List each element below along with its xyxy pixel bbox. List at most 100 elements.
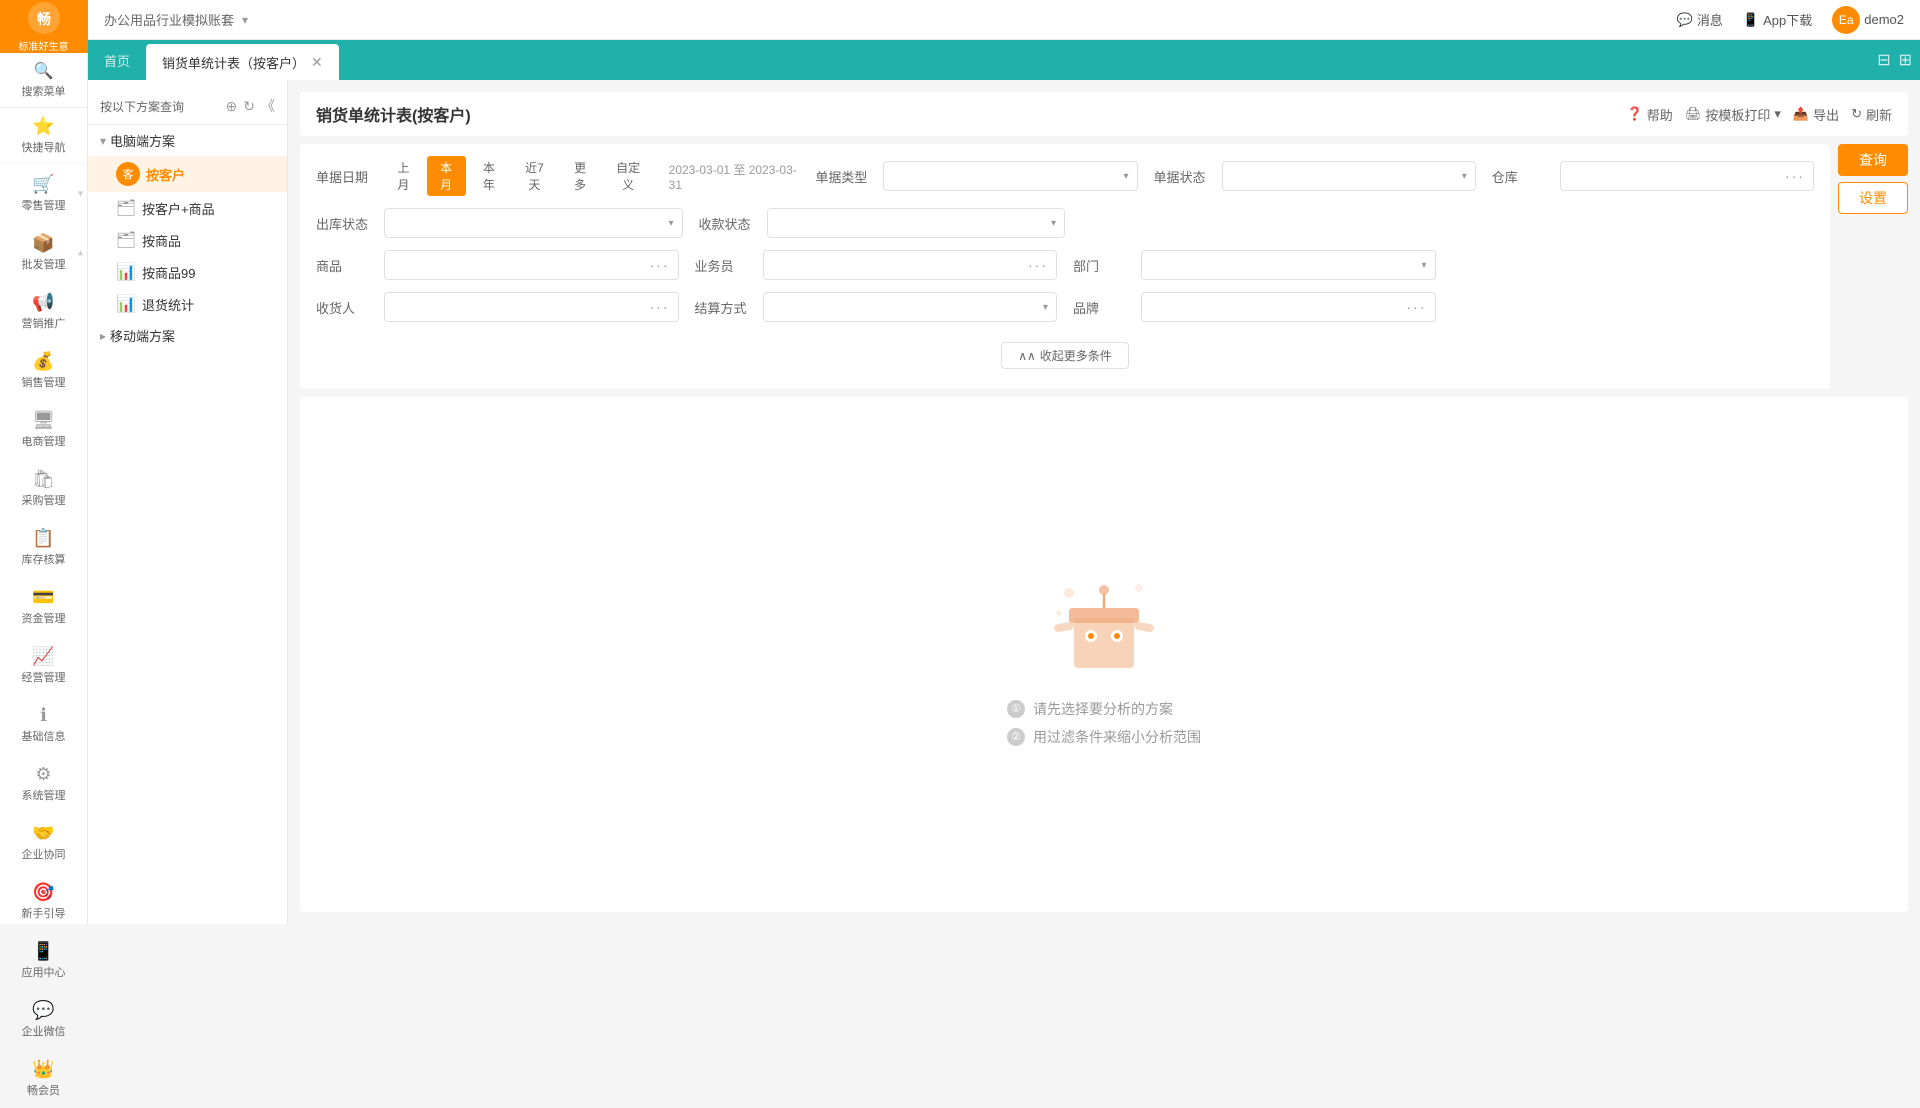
sidebar-item-newbie[interactable]: 🎯 新手引导 <box>0 872 87 931</box>
scheme-group-mobile-header[interactable]: ▸ 移动端方案 <box>88 320 287 351</box>
tabbar-maximize-icon[interactable]: ⊞ <box>1899 50 1912 70</box>
scheme-item-by-customer-goods[interactable]: 🗂 按客户+商品 <box>88 192 287 224</box>
settlement-label: 结算方式 <box>695 298 755 317</box>
print-dropdown-icon: ▾ <box>1774 106 1781 122</box>
sidebar-search[interactable]: 🔍 搜索菜单 <box>0 53 87 108</box>
by-goods-label: 按商品 <box>142 231 181 250</box>
search-menu-label: 搜索菜单 <box>22 83 66 99</box>
goods-input[interactable]: ··· <box>384 250 679 280</box>
basic-icon: ℹ <box>40 705 47 726</box>
empty-tips: ① 请先选择要分析的方案 ② 用过滤条件来缩小分析范围 <box>1007 699 1201 747</box>
username: demo2 <box>1864 12 1904 27</box>
sidebar-item-basic[interactable]: ℹ 基础信息 <box>0 695 87 754</box>
refresh-scheme-icon[interactable]: ↻ <box>243 98 255 115</box>
last-7-btn[interactable]: 近7天 <box>512 156 557 196</box>
sidebar-item-ecommerce[interactable]: 🖥 电商管理 <box>0 400 87 459</box>
sidebar-item-sales[interactable]: 💰 销售管理 <box>0 341 87 400</box>
wechat-icon: 💬 <box>32 1000 54 1021</box>
pay-status-label: 收款状态 <box>699 214 759 233</box>
purchase-icon: 🛍 <box>32 469 55 490</box>
brand-input[interactable]: ··· <box>1141 292 1436 322</box>
date-range: 2023-03-01 至 2023-03-31 <box>669 161 800 192</box>
warehouse-dots: ··· <box>1785 168 1805 184</box>
tab-close-icon[interactable]: ✕ <box>311 54 323 71</box>
brand-label: 品牌 <box>1073 298 1133 317</box>
scheme-group-pc-header[interactable]: ▾ 电脑端方案 <box>88 125 287 156</box>
svg-text:畅: 畅 <box>37 11 51 27</box>
wechat-label: 企业微信 <box>22 1023 66 1039</box>
scheme-item-return-stats[interactable]: 📊 退货统计 <box>88 288 287 320</box>
warehouse-input[interactable]: ··· <box>1560 161 1814 191</box>
this-month-btn[interactable]: 本月 <box>427 156 466 196</box>
app-center-label: 应用中心 <box>22 964 66 980</box>
scheme-item-by-goods[interactable]: 🗂 按商品 <box>88 224 287 256</box>
tab-home-label: 首页 <box>104 51 130 70</box>
enterprise-label: 企业协同 <box>22 846 66 862</box>
sidebar-item-finance[interactable]: 💳 资金管理 <box>0 577 87 636</box>
sidebar-item-wholesale[interactable]: 📦 批发管理 ▴ <box>0 223 87 282</box>
receiver-input[interactable]: ··· <box>384 292 679 322</box>
filter-brand-item: 品牌 ··· <box>1073 292 1436 322</box>
setting-button[interactable]: 设置 <box>1838 182 1908 214</box>
add-scheme-icon[interactable]: ⊕ <box>226 98 238 115</box>
sidebar-item-system[interactable]: ⚙ 系统管理 <box>0 754 87 813</box>
basic-label: 基础信息 <box>22 728 66 744</box>
tabbar-minimize-icon[interactable]: ⊟ <box>1877 50 1890 70</box>
scheme-item-by-customer[interactable]: 客 按客户 <box>88 156 287 192</box>
settlement-input[interactable]: ▾ <box>763 292 1058 322</box>
order-type-input[interactable]: ▾ <box>883 161 1137 191</box>
scheme-item-by-goods-99[interactable]: 📊 按商品99 <box>88 256 287 288</box>
robot-svg <box>1044 563 1164 683</box>
refresh-btn[interactable]: ↻ 刷新 <box>1851 105 1892 124</box>
message-btn[interactable]: 💬 消息 <box>1677 10 1723 29</box>
more-btn[interactable]: 更多 <box>561 156 600 196</box>
sidebar-item-purchase[interactable]: 🛍 采购管理 <box>0 459 87 518</box>
collapse-btn[interactable]: ∧∧ 收起更多条件 <box>1001 342 1129 369</box>
wholesale-arrow: ▴ <box>78 247 83 258</box>
custom-btn[interactable]: 自定义 <box>604 156 653 196</box>
app-download-btn[interactable]: 📱 App下载 <box>1743 10 1812 29</box>
last-month-btn[interactable]: 上月 <box>384 156 423 196</box>
left-panel-title: 按以下方案查询 <box>100 98 184 115</box>
filter-pay-status-item: 收款状态 ▾ <box>699 208 1066 238</box>
order-status-arrow: ▾ <box>1462 171 1467 182</box>
sidebar-item-member[interactable]: 👑 畅会员 <box>0 1049 87 1108</box>
salesperson-input[interactable]: ··· <box>763 250 1058 280</box>
receiver-label: 收货人 <box>316 298 376 317</box>
filter-department-item: 部门 ▾ <box>1073 250 1436 280</box>
sidebar-item-operation[interactable]: 📈 经营管理 <box>0 636 87 695</box>
by-goods-icon: 🗂 <box>116 230 136 250</box>
message-label: 消息 <box>1697 10 1723 29</box>
sidebar-item-wechat[interactable]: 💬 企业微信 <box>0 990 87 1049</box>
sales-label: 销售管理 <box>22 374 66 390</box>
topbar: 办公用品行业模拟账套 ▾ 💬 消息 📱 App下载 Ea demo2 <box>88 0 1920 40</box>
topbar-title: 办公用品行业模拟账套 <box>104 10 234 29</box>
sidebar-item-app-center[interactable]: 📱 应用中心 <box>0 931 87 990</box>
out-status-input[interactable]: ▾ <box>384 208 683 238</box>
department-input[interactable]: ▾ <box>1141 250 1436 280</box>
page-title-bar: 销货单统计表(按客户) ❓ 帮助 🖨 按模板打印 ▾ 📤 导出 <box>300 92 1908 136</box>
tip-text-2: 用过滤条件来缩小分析范围 <box>1033 727 1201 747</box>
this-year-btn[interactable]: 本年 <box>470 156 509 196</box>
sidebar-item-enterprise[interactable]: 🤝 企业协同 <box>0 813 87 872</box>
sidebar-item-retail[interactable]: 🛒 零售管理 ▾ <box>0 164 87 223</box>
collapse-row: ∧∧ 收起更多条件 <box>316 334 1814 377</box>
refresh-icon: ↻ <box>1851 106 1862 122</box>
sidebar-item-quicknav[interactable]: ⭐ 快捷导航 <box>0 108 87 164</box>
user-profile[interactable]: Ea demo2 <box>1832 6 1904 34</box>
tab-home[interactable]: 首页 <box>88 40 146 80</box>
filter-date-item: 单据日期 上月 本月 本年 近7天 更多 自定义 2023-03-01 至 20… <box>316 156 799 196</box>
help-btn[interactable]: ❓ 帮助 <box>1627 105 1673 124</box>
print-btn[interactable]: 🖨 按模板打印 ▾ <box>1685 105 1781 124</box>
pay-status-input[interactable]: ▾ <box>767 208 1066 238</box>
sidebar-item-inventory[interactable]: 📋 库存核算 <box>0 518 87 577</box>
export-btn[interactable]: 📤 导出 <box>1793 105 1839 124</box>
topbar-dropdown-icon[interactable]: ▾ <box>242 13 248 27</box>
collapse-panel-icon[interactable]: 《 <box>261 96 275 116</box>
order-type-arrow: ▾ <box>1124 171 1129 182</box>
member-label: 畅会员 <box>27 1082 60 1098</box>
sidebar-item-marketing[interactable]: 📢 营销推广 <box>0 282 87 341</box>
query-button[interactable]: 查询 <box>1838 144 1908 176</box>
tab-sales-stats[interactable]: 销货单统计表（按客户） ✕ <box>146 44 339 80</box>
order-status-input[interactable]: ▾ <box>1222 161 1476 191</box>
